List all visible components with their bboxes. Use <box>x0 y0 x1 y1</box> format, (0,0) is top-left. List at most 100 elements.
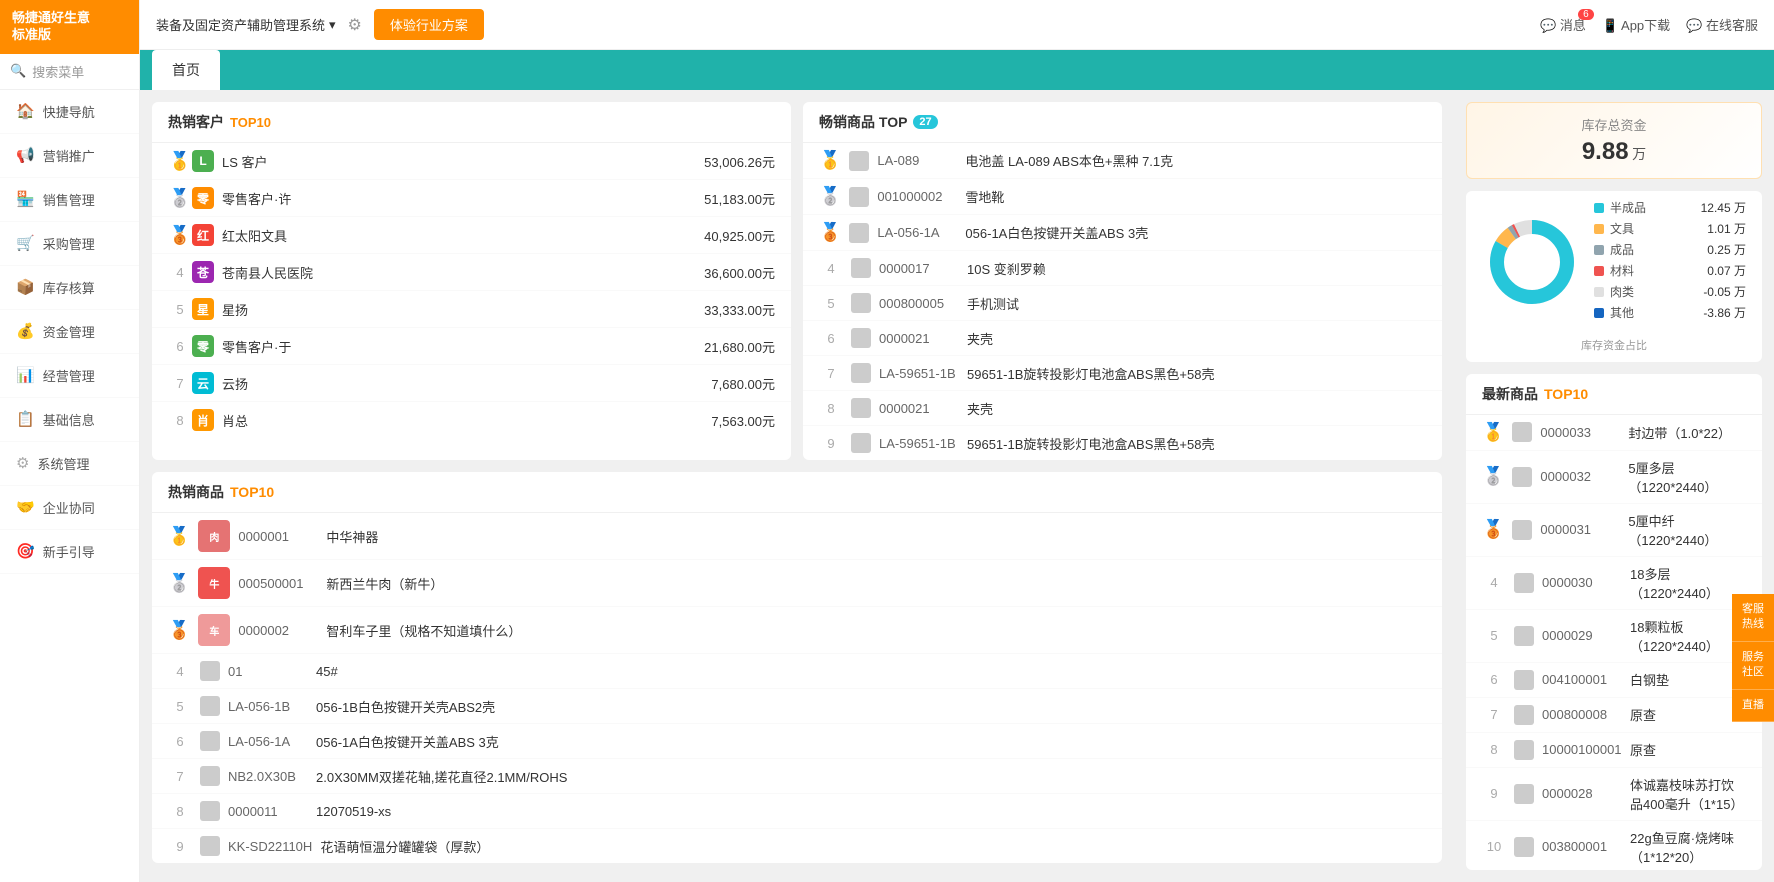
medal-icon: 🥈 <box>168 573 190 594</box>
legend-color <box>1594 287 1604 297</box>
service-icon: 💬 <box>1686 18 1702 33</box>
customer-avatar: 零 <box>192 335 214 357</box>
enterprise-icon: 🤝 <box>16 498 35 516</box>
float-customer-service[interactable]: 客服热线 <box>1732 594 1774 642</box>
new-products-header: 最新商品 TOP10 <box>1466 374 1762 415</box>
product-row: 5 0000029 18颗粒板（1220*2440） <box>1466 610 1762 663</box>
product-row: 10 003800001 22g鱼豆腐·烧烤味（1*12*20） <box>1466 821 1762 870</box>
product-row: 🥉 0000031 5厘中纤（1220*2440） <box>1466 504 1762 557</box>
product-thumb <box>851 398 871 418</box>
legend-color <box>1594 245 1604 255</box>
sidebar-item-basic-info[interactable]: 📋 基础信息 <box>0 398 139 442</box>
customer-avatar: 苍 <box>192 261 214 283</box>
product-row: 9 KK-SD22110H 花语萌恒温分罐罐袋（厚款） <box>152 829 1442 863</box>
product-thumb <box>1512 422 1532 442</box>
legend-item: 文具 1.01 万 <box>1594 220 1746 237</box>
sidebar-item-system[interactable]: ⚙ 系统管理 <box>0 442 139 486</box>
content-right: 库存总资金 9.88 万 <box>1454 90 1774 882</box>
sidebar-item-quicknav[interactable]: 🏠 快捷导航 <box>0 90 139 134</box>
product-row: 6 LA-056-1A 056-1A白色按键开关盖ABS 3克 <box>152 724 1442 759</box>
customer-avatar: 红 <box>192 224 214 246</box>
top-selling-products-card: 畅销商品 TOP 27 🥇 LA-089 电池盖 LA-089 ABS本色+黑种… <box>803 102 1442 460</box>
dropdown-arrow-icon: ▾ <box>329 17 336 33</box>
sidebar-item-operations[interactable]: 📊 经营管理 <box>0 354 139 398</box>
table-row: 🥉 红 红太阳文具 40,925.00元 <box>152 217 791 254</box>
customer-avatar: 零 <box>192 187 214 209</box>
customers-table: 🥇 L LS 客户 53,006.26元 🥈 零 零售客户·许 51,183.0… <box>152 143 791 438</box>
product-row: 4 0000017 10S 变刹罗赖 <box>803 251 1442 286</box>
product-thumb <box>1514 573 1534 593</box>
product-row: 🥇 LA-089 电池盖 LA-089 ABS本色+黑种 7.1克 <box>803 143 1442 179</box>
customer-avatar: 星 <box>192 298 214 320</box>
medal-icon: 🥈 <box>819 186 841 207</box>
table-row: 7 云 云扬 7,680.00元 <box>152 365 791 402</box>
sales-icon: 🏪 <box>16 190 35 208</box>
product-thumb <box>1514 670 1534 690</box>
medal-icon: 🥇 <box>168 151 192 172</box>
search-icon: 🔍 <box>10 63 26 79</box>
online-service-btn[interactable]: 💬 在线客服 <box>1686 15 1758 34</box>
inventory-chart-card: 半成品 12.45 万 文具 1.01 万 成品 0.25 万 <box>1466 191 1762 362</box>
product-thumb <box>200 766 220 786</box>
medal-icon: 🥈 <box>168 188 192 209</box>
customer-avatar: 云 <box>192 372 214 394</box>
home-icon: 🏠 <box>16 102 35 120</box>
notification-btn[interactable]: 💬 消息 6 <box>1540 15 1586 34</box>
product-thumb: 牛 <box>198 567 230 599</box>
sidebar-item-purchase[interactable]: 🛒 采购管理 <box>0 222 139 266</box>
new-products-list: 🥇 0000033 封边带（1.0*22） 🥈 0000032 5厘多层（122… <box>1466 415 1762 870</box>
chart-area: 半成品 12.45 万 文具 1.01 万 成品 0.25 万 <box>1466 191 1762 333</box>
notification-label: 消息 <box>1560 18 1586 33</box>
nav-tabs: 首页 <box>140 50 1774 90</box>
product-thumb <box>1514 784 1534 804</box>
customer-avatar: L <box>192 150 214 172</box>
legend-color <box>1594 308 1604 318</box>
sidebar-item-enterprise[interactable]: 🤝 企业协同 <box>0 486 139 530</box>
legend-item: 肉类 -0.05 万 <box>1594 283 1746 300</box>
marketing-icon: 📢 <box>16 146 35 164</box>
product-thumb <box>851 258 871 278</box>
app-download-btn[interactable]: 📱 App下载 <box>1602 15 1670 34</box>
float-live-stream[interactable]: 直播 <box>1732 690 1774 722</box>
inventory-amount-display: 9.88 万 <box>1483 138 1745 166</box>
product-thumb <box>1512 467 1532 487</box>
finance-icon: 💰 <box>16 322 35 340</box>
medal-icon: 🥇 <box>168 526 190 547</box>
inventory-summary-box: 库存总资金 9.88 万 <box>1466 102 1762 179</box>
product-thumb <box>849 223 869 243</box>
sidebar-item-marketing[interactable]: 📢 营销推广 <box>0 134 139 178</box>
legend-color <box>1594 266 1604 276</box>
table-row: 8 肖 肖总 7,563.00元 <box>152 402 791 438</box>
donut-chart <box>1482 212 1582 312</box>
medal-icon: 🥉 <box>1482 519 1504 540</box>
system-name-dropdown[interactable]: 装备及固定资产辅助管理系统 ▾ <box>156 15 336 34</box>
legend-color <box>1594 203 1604 213</box>
sidebar-item-guide[interactable]: 🎯 新手引导 <box>0 530 139 574</box>
customers-header-title: 热销客户 <box>168 112 224 132</box>
product-row: 8 0000021 夹壳 <box>803 391 1442 426</box>
product-thumb <box>851 363 871 383</box>
product-row: 8 0000011 12070519-xs <box>152 794 1442 829</box>
app-title: 畅捷通好生意 <box>12 10 90 27</box>
sidebar-item-inventory[interactable]: 📦 库存核算 <box>0 266 139 310</box>
product-row: 5 000800005 手机测试 <box>803 286 1442 321</box>
sidebar-item-sales[interactable]: 🏪 销售管理 <box>0 178 139 222</box>
product-row: 7 LA-59651-1B 59651-1B旋转投影灯电池盒ABS黑色+58壳 <box>803 356 1442 391</box>
top-row: 热销客户 TOP10 🥇 L LS 客户 53,006.26元 <box>152 102 1442 460</box>
tab-home[interactable]: 首页 <box>152 50 220 90</box>
product-row: 🥇 肉 0000001 中华神器 <box>152 513 1442 560</box>
product-row: 7 000800008 原查 <box>1466 698 1762 733</box>
product-row: 7 NB2.0X30B 2.0X30MM双搓花轴,搓花直径2.1MM/ROHS <box>152 759 1442 794</box>
sidebar-logo: 畅捷通好生意 标准版 <box>0 0 139 54</box>
experience-btn[interactable]: 体验行业方案 <box>374 9 484 40</box>
search-menu[interactable]: 🔍 搜索菜单 <box>0 54 139 90</box>
product-thumb <box>200 836 220 856</box>
chart-footer: 库存资金占比 <box>1466 333 1762 362</box>
settings-gear-icon[interactable]: ⚙ <box>348 15 362 35</box>
topbar-right: 💬 消息 6 📱 App下载 💬 在线客服 <box>1540 15 1758 34</box>
hot-products-card: 热销商品 TOP10 🥇 肉 0000001 中华神器 🥈 牛 00050000… <box>152 472 1442 863</box>
product-row: 9 LA-59651-1B 59651-1B旋转投影灯电池盒ABS黑色+58壳 <box>803 426 1442 460</box>
product-row: 6 0000021 夹壳 <box>803 321 1442 356</box>
float-service-community[interactable]: 服务社区 <box>1732 642 1774 690</box>
sidebar-item-finance[interactable]: 💰 资金管理 <box>0 310 139 354</box>
